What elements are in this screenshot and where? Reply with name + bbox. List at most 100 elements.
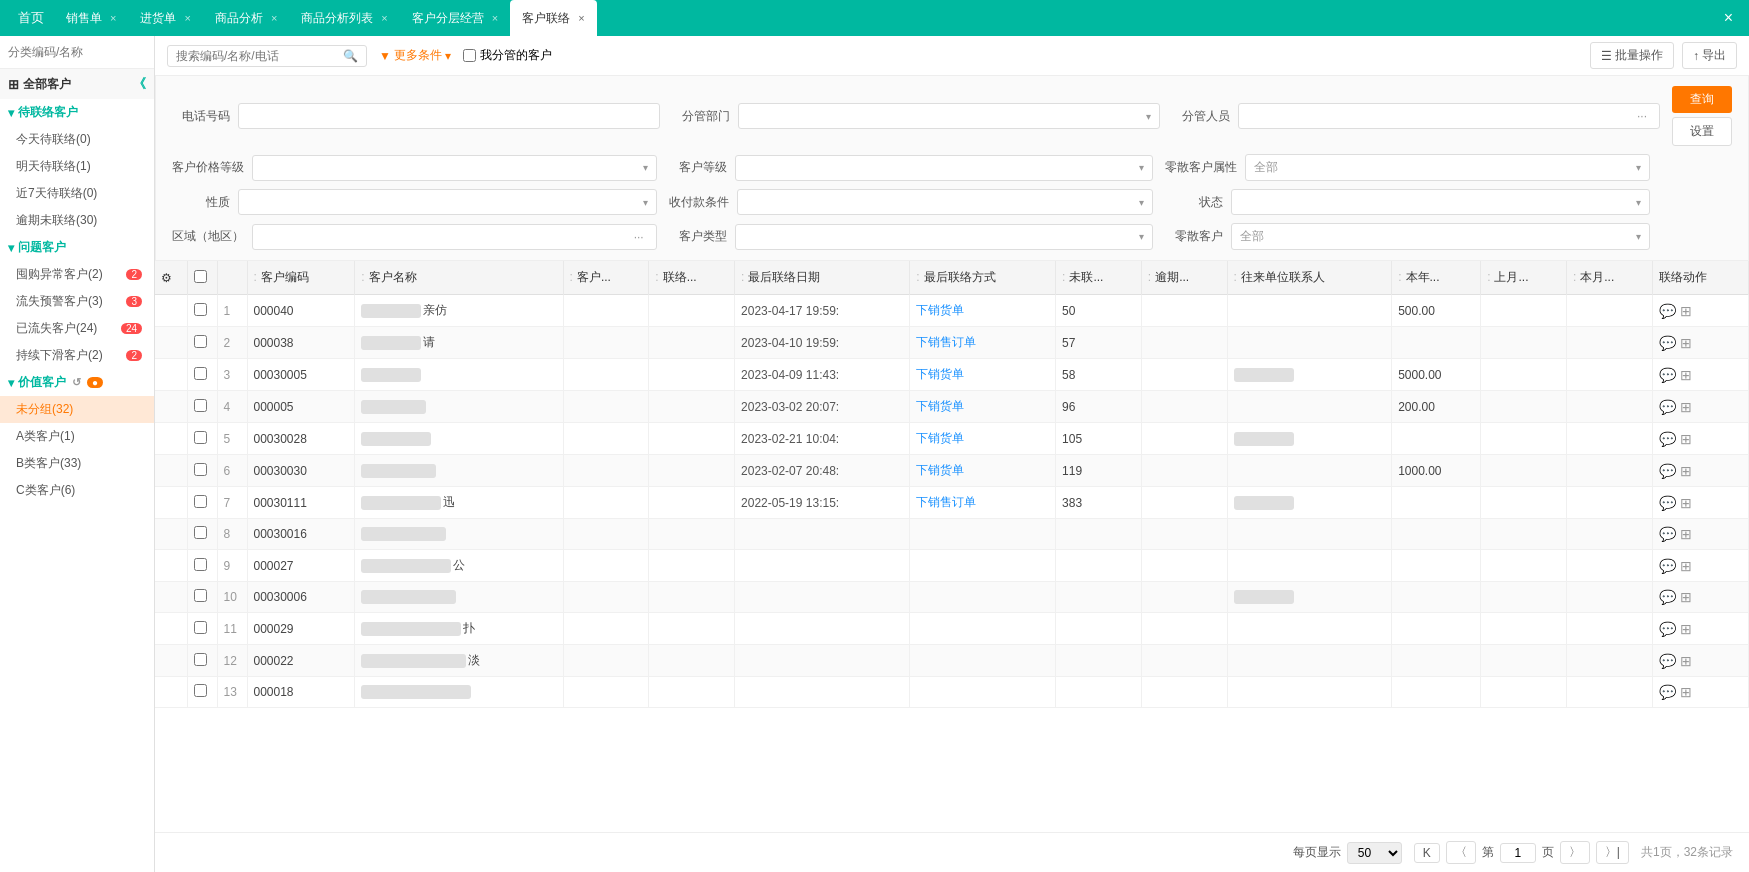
cell-checkbox[interactable] xyxy=(187,613,217,645)
cell-checkbox[interactable] xyxy=(187,645,217,677)
cell-checkbox[interactable] xyxy=(187,295,217,327)
col-settings[interactable]: ⚙ xyxy=(155,261,187,295)
last-way-link[interactable]: 下销货单 xyxy=(916,463,964,477)
chat-icon[interactable]: 💬 xyxy=(1659,463,1676,479)
sidebar-item-churned[interactable]: 已流失客户(24) 24 xyxy=(0,315,154,342)
row-checkbox[interactable] xyxy=(194,589,207,602)
cell-checkbox[interactable] xyxy=(187,582,217,613)
nav-tab-analysis-list[interactable]: 商品分析列表 × xyxy=(289,0,399,36)
row-checkbox[interactable] xyxy=(194,684,207,697)
close-purchase-tab[interactable]: × xyxy=(184,0,190,36)
customer-level-select[interactable]: ▾ xyxy=(735,155,1154,181)
last-page-btn[interactable]: 〉| xyxy=(1596,841,1629,864)
row-checkbox[interactable] xyxy=(194,431,207,444)
cell-checkbox[interactable] xyxy=(187,455,217,487)
row-checkbox[interactable] xyxy=(194,303,207,316)
last-way-link[interactable]: 下销售订单 xyxy=(916,335,976,349)
attr-select[interactable]: 全部 ▾ xyxy=(1245,154,1650,181)
search-input[interactable] xyxy=(176,49,339,63)
sidebar-item-a-class[interactable]: A类客户(1) xyxy=(0,423,154,450)
query-btn[interactable]: 查询 xyxy=(1672,86,1732,113)
grid-action-icon[interactable]: ⊞ xyxy=(1680,589,1692,605)
chat-icon[interactable]: 💬 xyxy=(1659,335,1676,351)
region-ellipsis[interactable]: ··· xyxy=(630,230,648,244)
cell-checkbox[interactable] xyxy=(187,519,217,550)
nav-tab-customer-segment[interactable]: 客户分层经营 × xyxy=(400,0,510,36)
export-btn[interactable]: ↑ 导出 xyxy=(1682,42,1737,69)
prev-page-btn[interactable]: 〈 xyxy=(1446,841,1476,864)
page-input[interactable] xyxy=(1500,843,1536,863)
row-checkbox[interactable] xyxy=(194,526,207,539)
grid-action-icon[interactable]: ⊞ xyxy=(1680,558,1692,574)
close-analysis-tab[interactable]: × xyxy=(271,0,277,36)
search-btn[interactable]: 🔍 xyxy=(343,49,358,63)
grid-action-icon[interactable]: ⊞ xyxy=(1680,463,1692,479)
cell-checkbox[interactable] xyxy=(187,391,217,423)
reset-btn[interactable]: 设置 xyxy=(1672,117,1732,146)
cell-checkbox[interactable] xyxy=(187,677,217,708)
last-way-link[interactable]: 下销售订单 xyxy=(916,495,976,509)
status-select[interactable]: ▾ xyxy=(1231,189,1650,215)
section-pending-contact[interactable]: ▾ 待联络客户 xyxy=(0,99,154,126)
chat-icon[interactable]: 💬 xyxy=(1659,303,1676,319)
grid-action-icon[interactable]: ⊞ xyxy=(1680,684,1692,700)
cell-checkbox[interactable] xyxy=(187,487,217,519)
settings-icon[interactable]: ⚙ xyxy=(161,271,172,285)
section-problem[interactable]: ▾ 问题客户 xyxy=(0,234,154,261)
chat-icon[interactable]: 💬 xyxy=(1659,653,1676,669)
dept-select[interactable]: ▾ xyxy=(738,103,1160,129)
sidebar-item-churn-warn[interactable]: 流失预警客户(3) 3 xyxy=(0,288,154,315)
cell-checkbox[interactable] xyxy=(187,423,217,455)
cell-checkbox[interactable] xyxy=(187,327,217,359)
chat-icon[interactable]: 💬 xyxy=(1659,431,1676,447)
first-page-btn[interactable]: K xyxy=(1414,843,1440,863)
last-way-link[interactable]: 下销货单 xyxy=(916,399,964,413)
sidebar-search-input[interactable] xyxy=(8,45,155,59)
grid-action-icon[interactable]: ⊞ xyxy=(1680,399,1692,415)
sidebar-item-overdue[interactable]: 逾期未联络(30) xyxy=(0,207,154,234)
sidebar-item-declining[interactable]: 持续下滑客户(2) 2 xyxy=(0,342,154,369)
my-customers-checkbox[interactable]: 我分管的客户 xyxy=(463,47,552,64)
sidebar-collapse-icon[interactable]: 《 xyxy=(133,75,146,93)
per-page-select[interactable]: 50 100 200 xyxy=(1347,842,1402,864)
phone-input[interactable] xyxy=(238,103,660,129)
grid-action-icon[interactable]: ⊞ xyxy=(1680,495,1692,511)
cell-checkbox[interactable] xyxy=(187,550,217,582)
grid-action-icon[interactable]: ⊞ xyxy=(1680,303,1692,319)
all-customers-header[interactable]: ⊞ 全部客户 《 xyxy=(0,69,154,99)
chat-icon[interactable]: 💬 xyxy=(1659,621,1676,637)
row-checkbox[interactable] xyxy=(194,463,207,476)
region-select[interactable]: ··· xyxy=(252,224,657,250)
grid-action-icon[interactable]: ⊞ xyxy=(1680,526,1692,542)
sidebar-item-hoard[interactable]: 囤购异常客户(2) 2 xyxy=(0,261,154,288)
row-checkbox[interactable] xyxy=(194,367,207,380)
sidebar-item-b-class[interactable]: B类客户(33) xyxy=(0,450,154,477)
row-checkbox[interactable] xyxy=(194,495,207,508)
nav-tab-analysis[interactable]: 商品分析 × xyxy=(203,0,289,36)
batch-op-btn[interactable]: ☰ 批量操作 xyxy=(1590,42,1674,69)
grid-action-icon[interactable]: ⊞ xyxy=(1680,335,1692,351)
chat-icon[interactable]: 💬 xyxy=(1659,399,1676,415)
cust-type-select[interactable]: ▾ xyxy=(735,224,1154,250)
grid-action-icon[interactable]: ⊞ xyxy=(1680,653,1692,669)
refresh-icon[interactable]: ↺ xyxy=(72,376,81,389)
more-conditions-btn[interactable]: ▼ 更多条件 ▾ xyxy=(379,47,451,64)
close-contact-tab[interactable]: × xyxy=(578,0,584,36)
close-sales-tab[interactable]: × xyxy=(110,0,116,36)
last-way-link[interactable]: 下销货单 xyxy=(916,431,964,445)
row-checkbox[interactable] xyxy=(194,653,207,666)
col-checkbox[interactable] xyxy=(187,261,217,295)
nav-tab-customer-contact[interactable]: 客户联络 × xyxy=(510,0,596,36)
grid-action-icon[interactable]: ⊞ xyxy=(1680,367,1692,383)
chat-icon[interactable]: 💬 xyxy=(1659,495,1676,511)
chat-icon[interactable]: 💬 xyxy=(1659,526,1676,542)
phone-field[interactable] xyxy=(247,109,651,123)
sidebar-item-ungroup[interactable]: 未分组(32) xyxy=(0,396,154,423)
cell-checkbox[interactable] xyxy=(187,359,217,391)
row-checkbox[interactable] xyxy=(194,621,207,634)
chat-icon[interactable]: 💬 xyxy=(1659,558,1676,574)
select-all-checkbox[interactable] xyxy=(194,270,207,283)
nature-select[interactable]: ▾ xyxy=(238,189,657,215)
sidebar-item-c-class[interactable]: C类客户(6) xyxy=(0,477,154,504)
scattered-select[interactable]: 全部 ▾ xyxy=(1231,223,1650,250)
